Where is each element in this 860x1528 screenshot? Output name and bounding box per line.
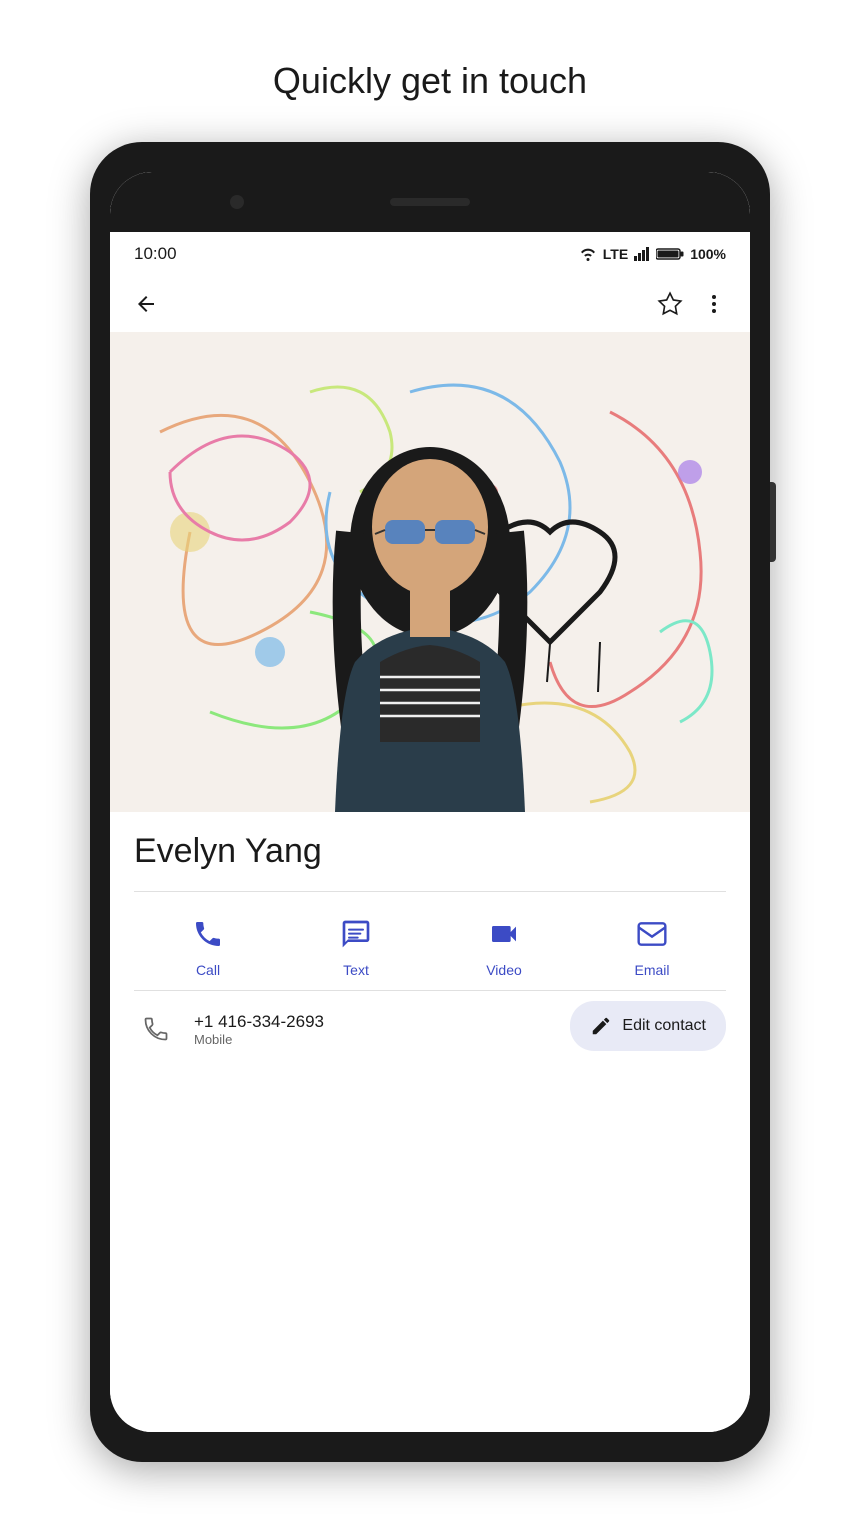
call-button[interactable]: Call [168,912,248,978]
video-label: Video [486,962,522,978]
contact-info: Evelyn Yang Call [110,812,750,1432]
edit-contact-button[interactable]: Edit contact [570,1001,726,1051]
email-button[interactable]: Email [612,912,692,978]
divider [134,891,726,892]
status-bar: 10:00 LTE [110,232,750,276]
status-icons: LTE 100% [579,246,726,262]
text-icon [334,912,378,956]
signal-icon [634,247,650,261]
battery-percent: 100% [690,246,726,262]
phone-device: 10:00 LTE [90,142,770,1462]
text-button[interactable]: Text [316,912,396,978]
lte-label: LTE [603,246,628,262]
call-icon [186,912,230,956]
call-label: Call [196,962,220,978]
email-label: Email [634,962,669,978]
app-bar-right [650,284,734,324]
text-label: Text [343,962,369,978]
edit-icon [590,1015,612,1037]
video-icon [482,912,526,956]
phone-number-row: +1 416-334-2693 Mobile Edit contact [134,991,726,1067]
phone-top-bar [110,172,750,232]
speaker-grill [390,198,470,206]
edit-contact-label: Edit contact [622,1017,706,1035]
favorite-button[interactable] [650,284,690,324]
status-time: 10:00 [134,244,177,264]
wifi-icon [579,247,597,261]
back-button[interactable] [126,284,166,324]
page-heading: Quickly get in touch [273,60,587,102]
video-button[interactable]: Video [464,912,544,978]
contact-name: Evelyn Yang [134,832,726,871]
action-row: Call Text [134,900,726,991]
phone-screen: 10:00 LTE [110,172,750,1432]
more-options-button[interactable] [694,284,734,324]
app-bar [110,276,750,332]
battery-icon [656,247,684,261]
camera-lens [230,195,244,209]
person-figure [280,382,580,812]
phone-row-icon [134,1007,178,1051]
contact-photo [110,332,750,812]
email-icon [630,912,674,956]
